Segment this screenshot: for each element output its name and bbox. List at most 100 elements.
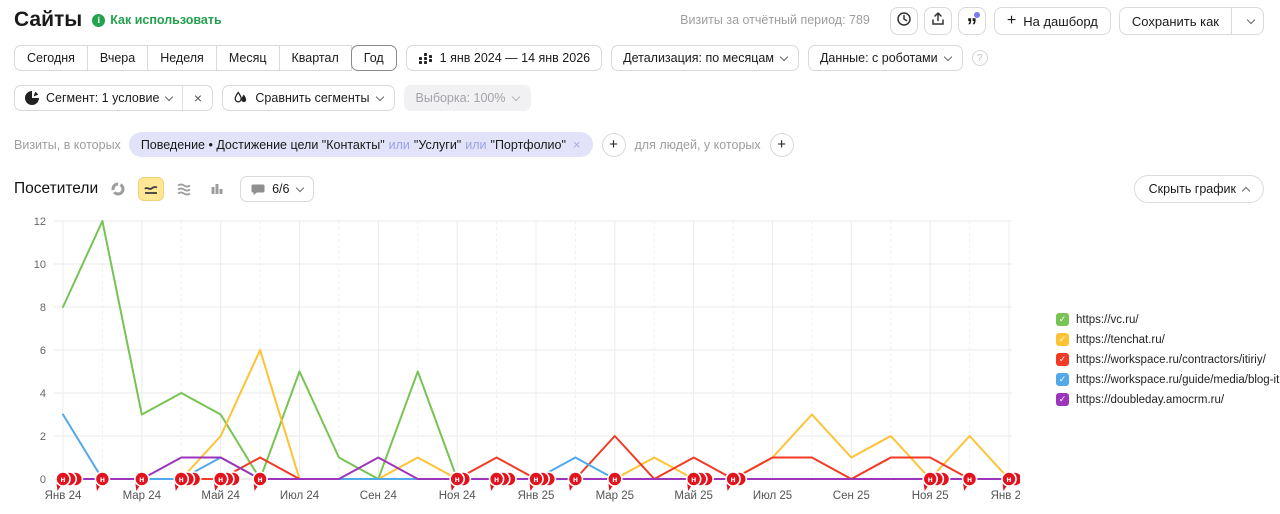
legend-item[interactable]: ✓ https://tenchat.ru/	[1056, 333, 1280, 346]
export-icon	[930, 11, 946, 32]
add-people-condition-button[interactable]: +	[769, 132, 794, 157]
range-button-год[interactable]: Год	[350, 45, 397, 71]
save-as-button[interactable]: Сохранить как	[1118, 7, 1232, 35]
visits-summary: Визиты за отчётный период: 789	[680, 13, 870, 27]
history-button[interactable]	[889, 7, 918, 35]
note-marker[interactable]: н	[961, 471, 978, 491]
date-range-button[interactable]: 1 янв 2024 — 14 янв 2026	[405, 45, 603, 71]
data-mode-select[interactable]: Данные: с роботами	[807, 45, 963, 71]
legend-label: https://workspace.ru/guide/media/blog-it…	[1076, 373, 1280, 386]
note-marker[interactable]: н	[528, 471, 544, 491]
y-tick-label: 12	[34, 216, 46, 228]
help-icon[interactable]: ?	[971, 50, 988, 66]
x-tick-label: Июл 25	[753, 490, 792, 502]
svg-text:н: н	[455, 474, 460, 484]
legend-checkbox-icon[interactable]: ✓	[1056, 353, 1069, 366]
top-bar: Сайты i Как использовать Визиты за отчёт…	[0, 0, 1280, 35]
note-marker[interactable]: н	[685, 471, 702, 491]
segment-button[interactable]: Сегмент: 1 условие	[15, 86, 182, 110]
drops-icon	[234, 91, 248, 105]
chevron-up-icon	[1241, 186, 1251, 195]
x-tick-label: Сен 24	[360, 490, 398, 502]
legend-checkbox-icon[interactable]: ✓	[1056, 373, 1069, 386]
chart-type-line-button[interactable]	[138, 177, 165, 201]
chevron-down-icon	[375, 92, 384, 101]
note-marker[interactable]: н	[134, 471, 150, 491]
chevron-down-icon	[779, 52, 789, 61]
line-chart-canvas[interactable]: 0 2 4 6 8 10 12 Янв 24 Мар 24 Май 24 Июл 24 Сен 24 Н…	[0, 215, 1020, 514]
x-tick-label: Июл 24	[280, 490, 320, 502]
export-button[interactable]	[923, 7, 952, 35]
segment-pie-icon	[25, 91, 39, 105]
note-marker[interactable]: н	[725, 471, 741, 491]
legend-item[interactable]: ✓ https://doubleday.amocrm.ru/	[1056, 393, 1280, 406]
legend-label: https://vc.ru/	[1076, 313, 1139, 326]
svg-text:н: н	[179, 474, 184, 484]
note-marker[interactable]: н	[55, 471, 71, 491]
visitors-chart: 0 2 4 6 8 10 12 Янв 24 Мар 24 Май 24 Июл 24 Сен 24 Н…	[0, 215, 1280, 514]
chip-close-icon[interactable]: ×	[573, 137, 581, 152]
data-mode-label: Данные: с роботами	[819, 51, 938, 65]
x-tick-label: Янв 26	[991, 490, 1020, 502]
range-button-неделя[interactable]: Неделя	[147, 45, 217, 71]
x-tick-label: Ноя 25	[912, 490, 949, 502]
chart-type-columns-button[interactable]	[204, 177, 230, 201]
note-marker[interactable]: н	[252, 471, 268, 491]
legend-label: https://tenchat.ru/	[1076, 333, 1165, 346]
ai-assistant-button[interactable]: „	[957, 4, 986, 35]
svg-text:н: н	[100, 474, 105, 484]
for-people-label: для людей, у которых	[634, 137, 761, 152]
detail-label: Детализация: по месяцам	[623, 51, 774, 65]
note-marker[interactable]: н	[567, 471, 584, 491]
clock-icon	[896, 11, 912, 32]
legend-item[interactable]: ✓ https://workspace.ru/contractors/itiriy…	[1056, 353, 1280, 366]
range-button-вчера[interactable]: Вчера	[86, 45, 149, 71]
x-tick-label: Янв 24	[45, 490, 82, 502]
goal-filter-chip[interactable]: Поведение • Достижение цели "Контакты" ил…	[128, 132, 593, 157]
range-button-сегодня[interactable]: Сегодня	[14, 45, 88, 71]
note-marker[interactable]: н	[173, 471, 190, 491]
visits-in-which-label: Визиты, в которых	[14, 137, 121, 152]
detail-select[interactable]: Детализация: по месяцам	[611, 45, 799, 71]
svg-text:н: н	[533, 474, 538, 484]
segment-bar: Сегмент: 1 условие × Сравнить сегменты В…	[14, 85, 1266, 111]
chip-or-connector: или	[465, 137, 487, 152]
y-tick-label: 0	[40, 474, 46, 486]
legend-item[interactable]: ✓ https://workspace.ru/guide/media/blog-i…	[1056, 373, 1280, 386]
save-as-menu-button[interactable]	[1232, 7, 1264, 35]
add-visit-condition-button[interactable]: +	[601, 132, 626, 157]
note-marker[interactable]: н	[449, 471, 465, 491]
how-to-use-link[interactable]: i Как использовать	[92, 13, 222, 27]
note-marker[interactable]: н	[1001, 471, 1017, 491]
sampling-select[interactable]: Выборка: 100%	[403, 85, 531, 111]
chip-condition-text: Поведение • Достижение цели "Контакты"	[140, 137, 385, 152]
chart-header: Посетители 6/6 Скрыть график	[14, 175, 1266, 203]
note-marker[interactable]: н	[212, 471, 229, 491]
range-button-месяц[interactable]: Месяц	[215, 45, 280, 71]
note-marker[interactable]: н	[94, 471, 111, 491]
note-marker[interactable]: н	[922, 471, 938, 491]
chart-type-pie-button[interactable]	[105, 177, 131, 201]
chip-condition-text: "Портфолио"	[490, 137, 566, 152]
hide-chart-button[interactable]: Скрыть график	[1133, 175, 1264, 203]
note-marker[interactable]: н	[607, 471, 623, 491]
chevron-down-icon	[511, 92, 520, 101]
date-range-label: 1 янв 2024 — 14 янв 2026	[439, 51, 591, 65]
legend-checkbox-icon[interactable]: ✓	[1056, 393, 1069, 406]
add-to-dashboard-button[interactable]: + На дашборд	[993, 7, 1111, 35]
svg-text:н: н	[573, 474, 578, 484]
svg-text:н: н	[1006, 474, 1011, 484]
compare-segments-button[interactable]: Сравнить сегменты	[222, 85, 395, 111]
legend-item[interactable]: ✓ https://vc.ru/	[1056, 313, 1280, 326]
chip-or-connector: или	[388, 137, 410, 152]
segment-clear-button[interactable]: ×	[182, 86, 212, 110]
note-marker[interactable]: н	[488, 471, 505, 491]
legend-checkbox-icon[interactable]: ✓	[1056, 333, 1069, 346]
legend-checkbox-icon[interactable]: ✓	[1056, 313, 1069, 326]
range-button-квартал[interactable]: Квартал	[278, 45, 352, 71]
comments-button[interactable]: 6/6	[240, 176, 314, 202]
y-tick-label: 6	[40, 345, 46, 357]
compare-segments-label: Сравнить сегменты	[255, 91, 370, 105]
chart-type-areas-button[interactable]	[171, 177, 197, 201]
y-tick-label: 8	[40, 302, 46, 314]
